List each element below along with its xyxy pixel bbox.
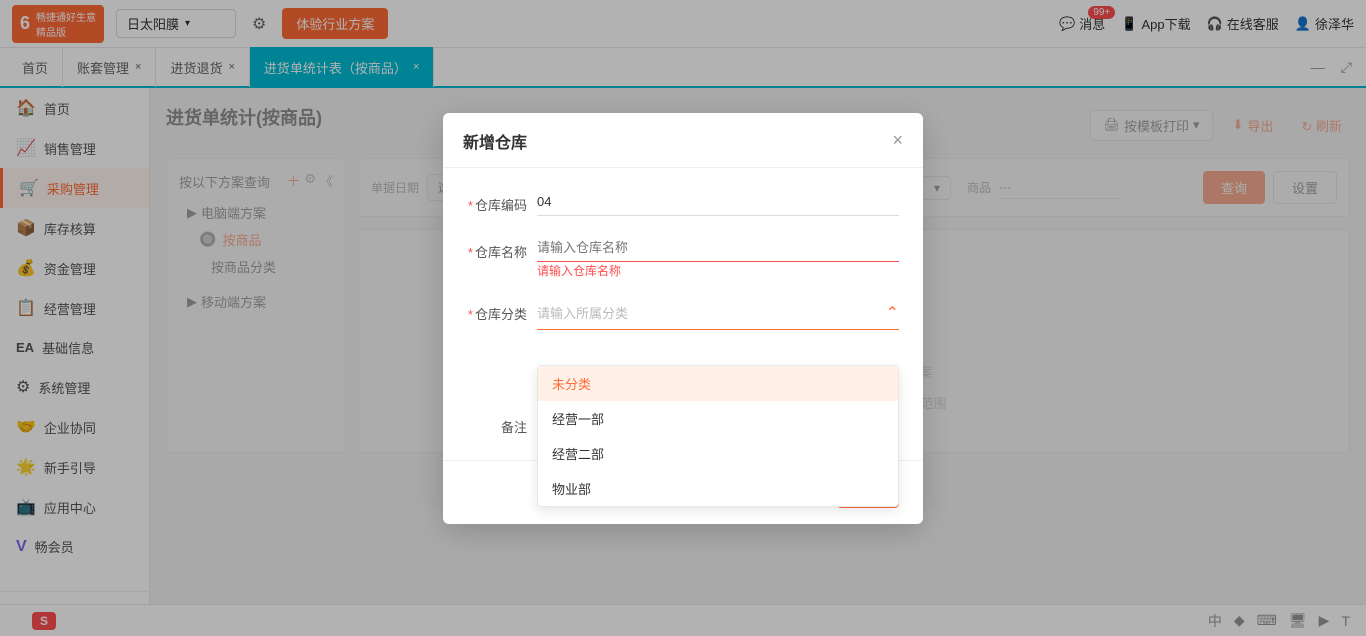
category-placeholder: 请输入所属分类 <box>537 303 628 322</box>
remark-label: 备注 <box>467 410 537 436</box>
modal-title: 新增仓库 <box>463 129 527 153</box>
dropdown-item-uncategorized[interactable]: 未分类 <box>538 366 898 401</box>
code-label: *仓库编码 <box>467 188 537 214</box>
form-row-name: *仓库名称 请输入仓库名称 <box>467 234 899 279</box>
dropdown-item-ops2[interactable]: 经营二部 <box>538 436 898 471</box>
chevron-up-icon: ⌃ <box>886 303 899 323</box>
category-dropdown-list: 未分类 经营一部 经营二部 物业部 <box>537 365 899 507</box>
dropdown-item-ops1[interactable]: 经营一部 <box>538 401 898 436</box>
modal-body: *仓库编码 *仓库名称 请输入仓库名称 *仓库分类 <box>443 168 923 442</box>
modal-header: 新增仓库 × <box>443 113 923 168</box>
form-row-code: *仓库编码 <box>467 188 899 216</box>
modal-overlay: 新增仓库 × *仓库编码 *仓库名称 请输入仓库名称 <box>0 0 1366 636</box>
modal-close-button[interactable]: × <box>892 130 903 151</box>
category-dropdown[interactable]: 请输入所属分类 ⌃ <box>537 297 899 330</box>
name-input[interactable] <box>537 234 899 262</box>
code-input[interactable] <box>537 188 899 216</box>
name-label: *仓库名称 <box>467 235 537 261</box>
category-label: *仓库分类 <box>467 297 537 323</box>
form-row-category: *仓库分类 请输入所属分类 ⌃ 未分类 经营一部 经营二部 物业部 <box>467 297 899 330</box>
add-warehouse-modal: 新增仓库 × *仓库编码 *仓库名称 请输入仓库名称 <box>443 113 923 524</box>
name-error-msg: 请输入仓库名称 <box>537 262 621 279</box>
dropdown-item-property[interactable]: 物业部 <box>538 471 898 506</box>
